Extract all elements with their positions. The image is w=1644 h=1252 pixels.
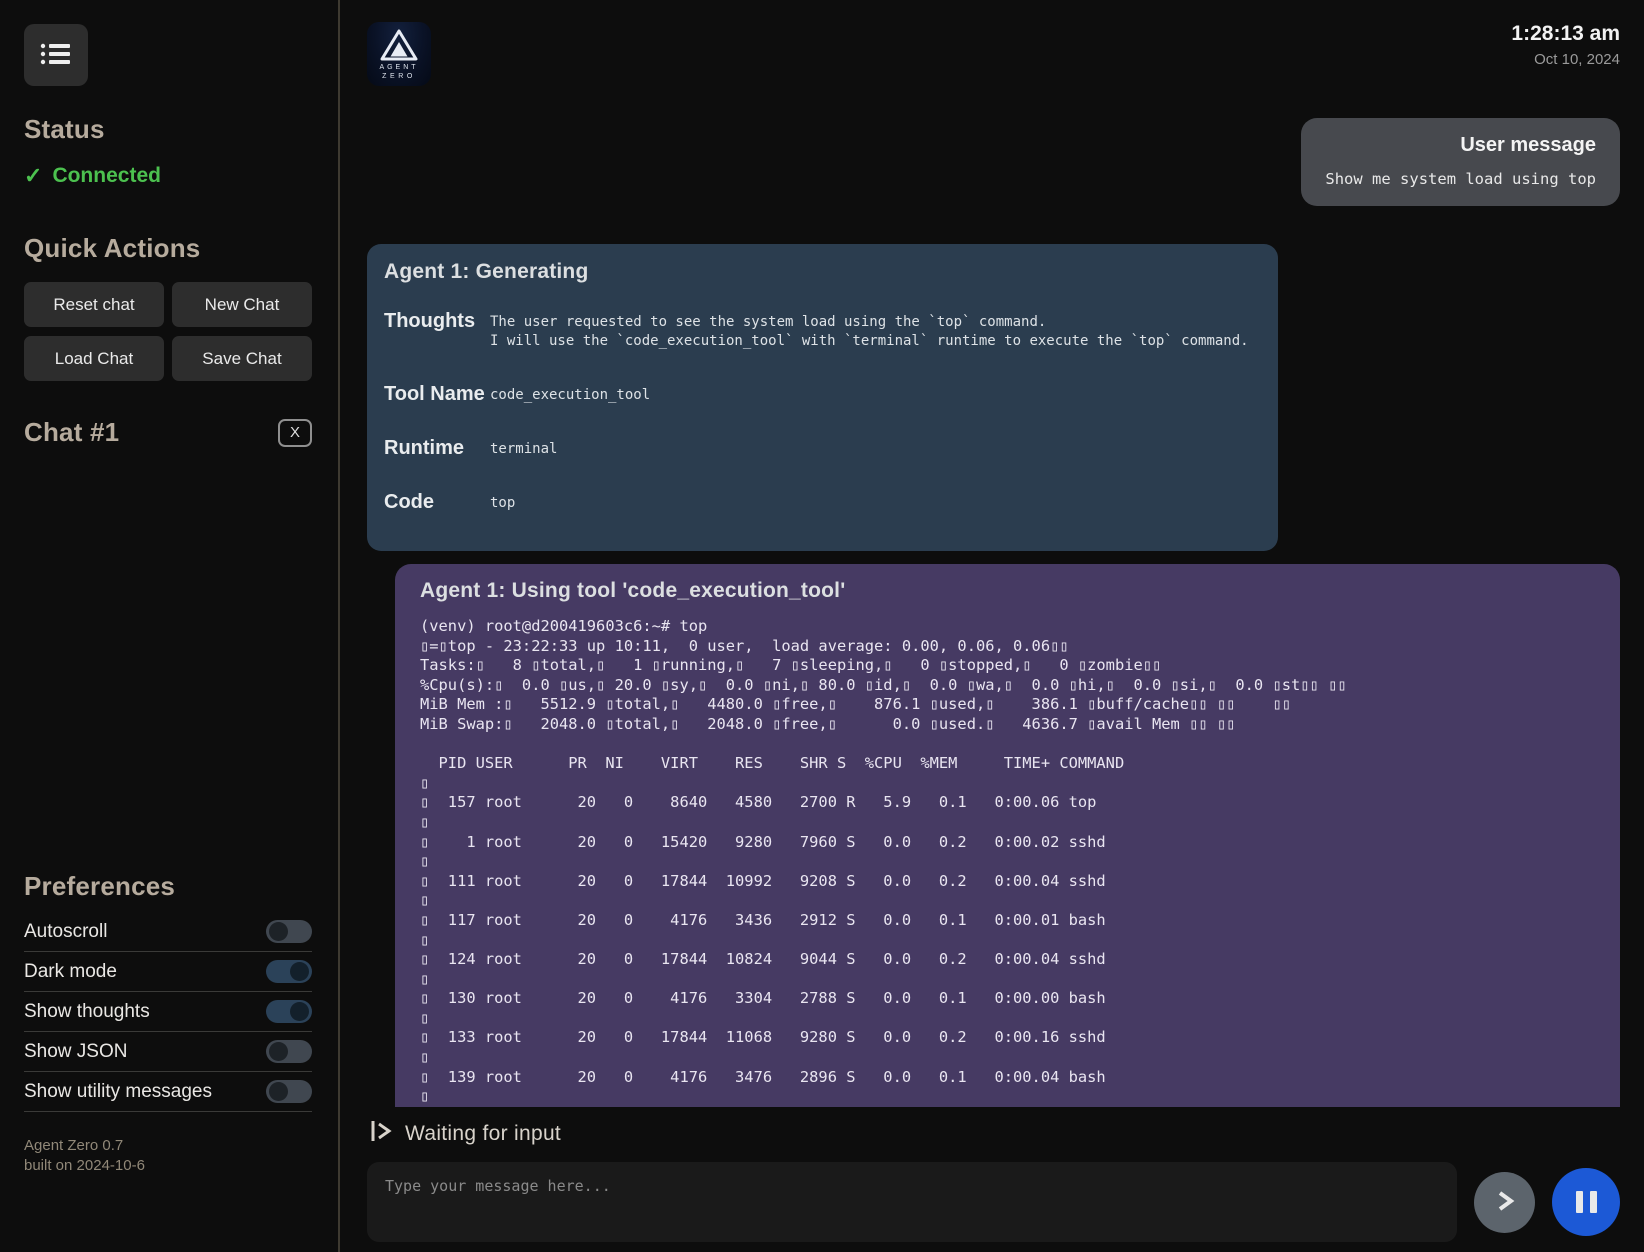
code-row: Code top — [384, 491, 1254, 513]
toggle-knob — [269, 922, 288, 941]
pref-label: Dark mode — [24, 960, 117, 982]
tool-execution-card: Agent 1: Using tool 'code_execution_tool… — [395, 564, 1620, 1107]
load-chat-button[interactable]: Load Chat — [24, 336, 164, 381]
runtime-value: terminal — [490, 441, 558, 457]
quick-actions-heading: Quick Actions — [24, 233, 201, 263]
pause-icon — [1589, 1191, 1597, 1213]
message-input[interactable] — [367, 1162, 1457, 1242]
agent-generating-card: Agent 1: Generating Thoughts The user re… — [367, 244, 1278, 551]
svg-text:ZERO: ZERO — [382, 73, 416, 80]
runtime-row: Runtime terminal — [384, 437, 1254, 459]
agent-zero-logo: AGENT ZERO — [367, 22, 431, 86]
chat-main: AGENT ZERO 1:28:13 am Oct 10, 2024 User … — [340, 0, 1644, 1252]
chat-history[interactable]: AGENT ZERO 1:28:13 am Oct 10, 2024 User … — [340, 0, 1644, 1108]
new-chat-button[interactable]: New Chat — [172, 282, 312, 327]
chat-header-row: AGENT ZERO 1:28:13 am Oct 10, 2024 — [367, 22, 1620, 86]
pref-row-autoscroll[interactable]: Autoscroll — [24, 912, 312, 952]
menu-button[interactable] — [24, 24, 88, 86]
agent-status-text: Waiting for input — [405, 1121, 562, 1145]
close-icon: X — [289, 424, 300, 441]
agent-generating-title: Agent 1: Generating — [384, 260, 589, 283]
message-input-row — [367, 1162, 1620, 1242]
pause-icon — [1575, 1191, 1583, 1213]
code-value: top — [490, 495, 516, 511]
pref-row-show-thoughts[interactable]: Show thoughts — [24, 992, 312, 1032]
agent-generating-fields: Thoughts The user requested to see the s… — [384, 310, 1254, 513]
version-info: Agent Zero 0.7 built on 2024-10-6 — [24, 1136, 312, 1176]
quick-actions: Reset chat New Chat Load Chat Save Chat — [24, 282, 312, 381]
pref-label: Show JSON — [24, 1040, 128, 1062]
pref-label: Autoscroll — [24, 920, 108, 942]
pref-label: Show utility messages — [24, 1080, 212, 1102]
chat-title: Chat #1 — [24, 417, 120, 447]
input-section: Waiting for input — [340, 1108, 1644, 1252]
save-chat-button[interactable]: Save Chat — [172, 336, 312, 381]
thoughts-row: Thoughts The user requested to see the s… — [384, 310, 1254, 351]
pref-row-dark-mode[interactable]: Dark mode — [24, 952, 312, 992]
tool-name-label: Tool Name — [384, 383, 485, 405]
show-json-toggle[interactable] — [266, 1040, 312, 1063]
agent-zero-logo-icon: AGENT ZERO — [379, 29, 418, 80]
svg-text:AGENT: AGENT — [379, 64, 418, 71]
current-date: Oct 10, 2024 — [1534, 51, 1620, 68]
runtime-label: Runtime — [384, 437, 464, 459]
sidebar: Status ✓ Connected Quick Actions Reset c… — [0, 0, 340, 1252]
connection-status-label: Connected — [52, 164, 161, 187]
build-date-line: built on 2024-10-6 — [24, 1157, 145, 1174]
send-button[interactable] — [1474, 1171, 1535, 1233]
dark-mode-toggle[interactable] — [266, 960, 312, 983]
chat-tab-row: Chat #1 X — [24, 417, 312, 448]
pref-row-show-utility[interactable]: Show utility messages — [24, 1072, 312, 1112]
show-utility-toggle[interactable] — [266, 1080, 312, 1103]
toggle-knob — [269, 1042, 288, 1061]
show-thoughts-toggle[interactable] — [266, 1000, 312, 1023]
agent-status-row: Waiting for input — [369, 1117, 1620, 1150]
preferences-heading: Preferences — [24, 871, 176, 901]
send-icon — [1490, 1186, 1520, 1219]
current-time: 1:28:13 am — [1511, 22, 1620, 45]
pref-row-show-json[interactable]: Show JSON — [24, 1032, 312, 1072]
pause-button[interactable] — [1552, 1168, 1620, 1236]
tool-name-value: code_execution_tool — [490, 387, 651, 403]
pref-label: Show thoughts — [24, 1000, 150, 1022]
terminal-output: (venv) root@d200419603c6:~# top ▯=▯top -… — [420, 617, 1347, 1106]
toggle-knob — [290, 1002, 309, 1021]
toggle-knob — [290, 962, 309, 981]
code-label: Code — [384, 491, 434, 513]
prompt-icon — [369, 1117, 393, 1150]
list-menu-icon — [39, 40, 73, 71]
version-line: Agent Zero 0.7 — [24, 1137, 124, 1154]
tool-execution-title: Agent 1: Using tool 'code_execution_tool… — [420, 579, 846, 602]
toggle-knob — [269, 1082, 288, 1101]
status-heading: Status — [24, 114, 105, 144]
user-message-bubble: User message Show me system load using t… — [1301, 118, 1620, 206]
tool-name-row: Tool Name code_execution_tool — [384, 383, 1254, 405]
user-message-text: Show me system load using top — [1325, 170, 1596, 188]
check-icon: ✓ — [24, 163, 43, 188]
close-chat-button[interactable]: X — [278, 418, 312, 447]
reset-chat-button[interactable]: Reset chat — [24, 282, 164, 327]
connection-status: ✓ Connected — [24, 163, 312, 189]
user-message-title: User message — [1460, 134, 1596, 156]
thoughts-value: The user requested to see the system loa… — [490, 314, 1249, 349]
thoughts-label: Thoughts — [384, 310, 476, 332]
clock: 1:28:13 am Oct 10, 2024 — [1511, 22, 1620, 68]
autoscroll-toggle[interactable] — [266, 920, 312, 943]
